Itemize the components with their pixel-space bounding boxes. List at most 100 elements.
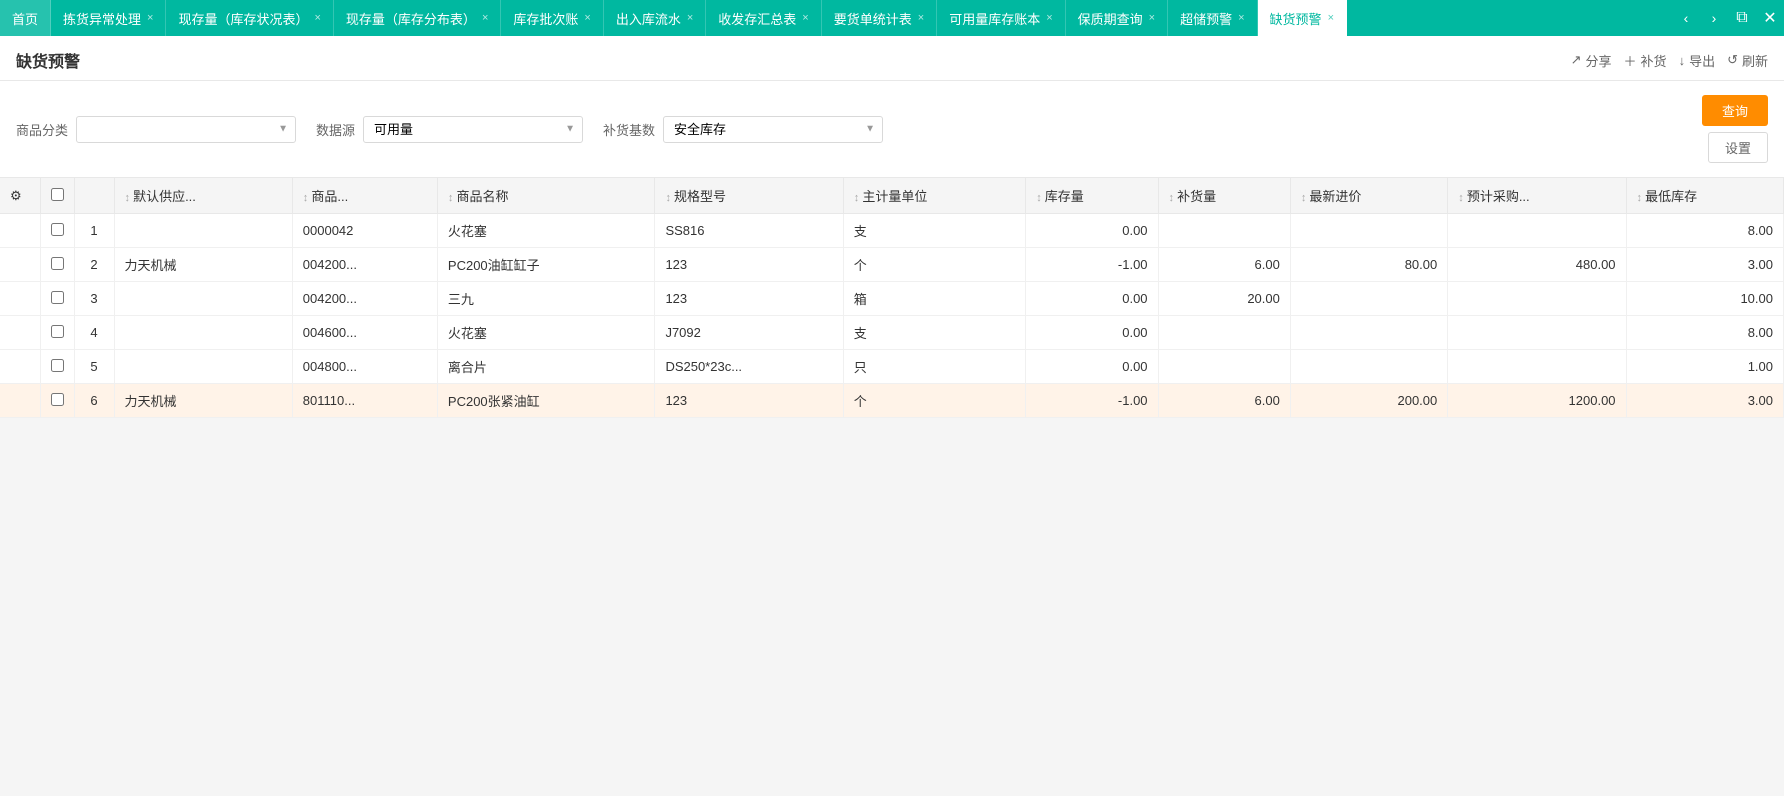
row-latest-price [1290, 316, 1447, 350]
settings-button[interactable]: 设置 [1708, 132, 1768, 163]
row-gear-cell [0, 316, 40, 350]
category-select[interactable] [76, 116, 296, 143]
row-latest-price [1290, 350, 1447, 384]
row-unit: 个 [843, 384, 1025, 418]
th-name[interactable]: 商品名称 [437, 178, 655, 214]
share-icon: ↗ [1571, 52, 1582, 68]
row-name: 三九 [437, 282, 655, 316]
tab-shortage-close[interactable]: × [1328, 12, 1334, 24]
row-latest-price: 200.00 [1290, 384, 1447, 418]
tab-overstock[interactable]: 超储预警 × [1168, 0, 1257, 36]
tab-stock2[interactable]: 现存量（库存分布表） × [334, 0, 501, 36]
table-row: 2 力天机械 004200... PC200油缸缸子 123 个 -1.00 6… [0, 248, 1784, 282]
tab-home[interactable]: 首页 [0, 0, 51, 36]
tab-home-label: 首页 [12, 9, 38, 28]
tab-picking[interactable]: 拣货异常处理 × [51, 0, 166, 36]
datasource-select[interactable]: 可用量 [363, 116, 583, 143]
tab-overstock-close[interactable]: × [1238, 12, 1244, 24]
nav-next-arrow[interactable]: › [1700, 0, 1728, 36]
row-gear-cell [0, 248, 40, 282]
row-name: 火花塞 [437, 214, 655, 248]
row-stock: 0.00 [1026, 214, 1158, 248]
tab-shortage[interactable]: 缺货预警 × [1258, 0, 1347, 36]
tab-stock1-close[interactable]: × [314, 12, 320, 24]
tab-shortage-label: 缺货预警 [1270, 9, 1322, 28]
row-checkbox[interactable] [51, 393, 64, 406]
tab-batch-close[interactable]: × [584, 12, 590, 24]
nav-close-btn[interactable]: ✕ [1756, 0, 1784, 36]
tab-avail-close[interactable]: × [1046, 12, 1052, 24]
row-checkbox[interactable] [51, 291, 64, 304]
row-checkbox-cell [40, 316, 74, 350]
row-name: PC200油缸缸子 [437, 248, 655, 282]
replenish-select[interactable]: 安全库存 [663, 116, 883, 143]
th-est-purchase[interactable]: 预计采购... [1448, 178, 1626, 214]
share-button[interactable]: ↗ 分享 [1571, 51, 1612, 70]
select-all-checkbox[interactable] [51, 188, 64, 201]
tab-stock1-label: 现存量（库存状况表） [178, 9, 308, 28]
tab-picking-close[interactable]: × [147, 12, 153, 24]
row-unit: 支 [843, 214, 1025, 248]
th-unit[interactable]: 主计量单位 [843, 178, 1025, 214]
th-latest-price[interactable]: 最新进价 [1290, 178, 1447, 214]
nav-prev-arrow[interactable]: ‹ [1672, 0, 1700, 36]
row-min-stock: 3.00 [1626, 248, 1783, 282]
tab-order-close[interactable]: × [918, 12, 924, 24]
row-replenish [1158, 214, 1290, 248]
row-num: 5 [74, 350, 114, 384]
tab-stock2-close[interactable]: × [482, 12, 488, 24]
row-name: 火花塞 [437, 316, 655, 350]
tab-flow[interactable]: 出入库流水 × [604, 0, 706, 36]
tab-stock1[interactable]: 现存量（库存状况表） × [166, 0, 333, 36]
row-replenish: 6.00 [1158, 248, 1290, 282]
main-content: 缺货预警 ↗ 分享 ＋ 补货 ↓ 导出 ↺ 刷新 商品分类 [0, 36, 1784, 418]
refresh-button[interactable]: ↺ 刷新 [1727, 51, 1768, 70]
row-est-purchase: 480.00 [1448, 248, 1626, 282]
category-label: 商品分类 [16, 120, 68, 139]
row-checkbox[interactable] [51, 359, 64, 372]
gear-icon: ⚙ [10, 188, 22, 203]
row-spec: SS816 [655, 214, 843, 248]
table-header-row: ⚙ 默认供应... 商品... 商品名称 规格型号 主计量单位 库存量 补货量 … [0, 178, 1784, 214]
tab-summary[interactable]: 收发存汇总表 × [706, 0, 821, 36]
th-min-stock[interactable]: 最低库存 [1626, 178, 1783, 214]
tab-summary-label: 收发存汇总表 [718, 9, 796, 28]
nav-restore-btn[interactable]: ⧉ [1728, 0, 1756, 36]
row-latest-price [1290, 214, 1447, 248]
th-supplier[interactable]: 默认供应... [114, 178, 292, 214]
tab-batch[interactable]: 库存批次账 × [501, 0, 603, 36]
tab-order[interactable]: 要货单统计表 × [822, 0, 937, 36]
row-checkbox[interactable] [51, 223, 64, 236]
row-checkbox[interactable] [51, 257, 64, 270]
row-spec: 123 [655, 282, 843, 316]
query-button[interactable]: 查询 [1702, 95, 1768, 126]
row-est-purchase: 1200.00 [1448, 384, 1626, 418]
filter-actions: 查询 设置 [1702, 95, 1768, 163]
table-row: 6 力天机械 801110... PC200张紧油缸 123 个 -1.00 6… [0, 384, 1784, 418]
row-checkbox[interactable] [51, 325, 64, 338]
tab-expire-close[interactable]: × [1149, 12, 1155, 24]
row-num: 1 [74, 214, 114, 248]
row-min-stock: 10.00 [1626, 282, 1783, 316]
row-replenish: 20.00 [1158, 282, 1290, 316]
row-gear-cell [0, 282, 40, 316]
th-spec[interactable]: 规格型号 [655, 178, 843, 214]
tab-overstock-label: 超储预警 [1180, 9, 1232, 28]
tab-avail[interactable]: 可用量库存账本 × [937, 0, 1065, 36]
th-code[interactable]: 商品... [292, 178, 437, 214]
row-checkbox-cell [40, 214, 74, 248]
tab-expire[interactable]: 保质期查询 × [1066, 0, 1168, 36]
row-stock: 0.00 [1026, 282, 1158, 316]
th-replenish[interactable]: 补货量 [1158, 178, 1290, 214]
replenish-label: 补货 [1641, 51, 1667, 70]
tab-flow-close[interactable]: × [687, 12, 693, 24]
th-stock[interactable]: 库存量 [1026, 178, 1158, 214]
export-button[interactable]: ↓ 导出 [1679, 51, 1716, 70]
th-num [74, 178, 114, 214]
tab-summary-close[interactable]: × [802, 12, 808, 24]
row-stock: -1.00 [1026, 248, 1158, 282]
datasource-select-wrapper: 可用量 [363, 116, 583, 143]
th-gear[interactable]: ⚙ [0, 178, 40, 214]
data-table: ⚙ 默认供应... 商品... 商品名称 规格型号 主计量单位 库存量 补货量 … [0, 178, 1784, 418]
replenish-button[interactable]: ＋ 补货 [1624, 51, 1667, 70]
